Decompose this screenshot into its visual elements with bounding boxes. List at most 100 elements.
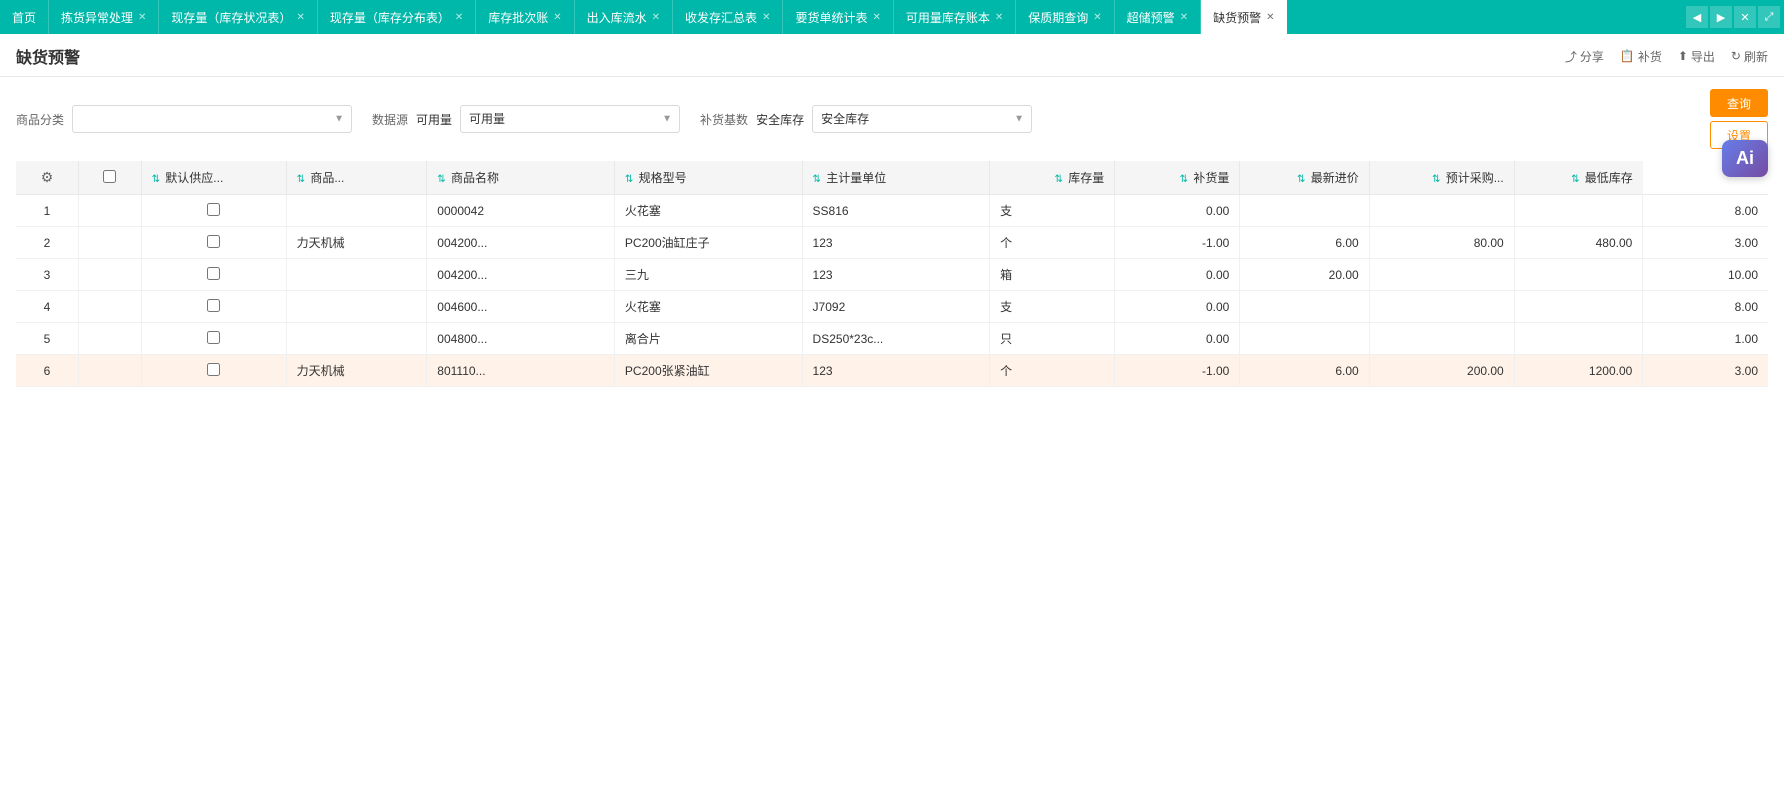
th-estimate[interactable]: ⇅ 预计采购... [1369,161,1514,195]
row-estimate [1514,259,1643,291]
datasource-value: 可用量 [416,111,452,128]
row-replenish [1240,323,1369,355]
tab-requisition[interactable]: 要货单统计表 ✕ [783,0,893,34]
tab-overstock-label: 超储预警 [1127,9,1175,26]
row-supplier [286,259,427,291]
row-price: 200.00 [1369,355,1514,387]
th-setting[interactable]: ⚙ [16,161,79,195]
row-checkbox-cell [141,291,286,323]
table-row[interactable]: 2 力天机械 004200... PC200油缸庄子 123 个 -1.00 6… [16,227,1768,259]
row-stock: -1.00 [1115,227,1240,259]
th-supplier-label: 默认供应... [165,171,223,185]
th-spec[interactable]: ⇅ 规格型号 [614,161,802,195]
row-index: 5 [16,323,79,355]
nav-close-button[interactable]: ✕ [1734,6,1756,28]
table-row[interactable]: 1 0000042 火花塞 SS816 支 0.00 8.00 [16,195,1768,227]
replenish-button[interactable]: 📋 补货 [1620,48,1662,65]
th-price[interactable]: ⇅ 最新进价 [1240,161,1369,195]
table-container: ⚙ ⇅ 默认供应... ⇅ 商品... ⇅ 商品名称 [0,161,1784,387]
column-settings-icon[interactable]: ⚙ [41,169,54,185]
th-name[interactable]: ⇅ 商品名称 [427,161,615,195]
sort-name-icon: ⇅ [437,174,445,185]
row-minstock: 8.00 [1643,291,1768,323]
row-checkbox[interactable] [207,363,220,376]
close-abnormal-icon[interactable]: ✕ [138,12,146,23]
row-checkbox[interactable] [207,235,220,248]
tab-shortage-label: 缺货预警 [1213,9,1261,26]
row-name: 三九 [614,259,802,291]
nav-expand-button[interactable]: ⤢ [1758,6,1780,28]
row-price [1369,291,1514,323]
row-checkbox-cell [141,195,286,227]
share-button[interactable]: ⤴ 分享 [1565,48,1604,65]
table-row[interactable]: 3 004200... 三九 123 箱 0.00 20.00 10.00 [16,259,1768,291]
header-actions: ⤴ 分享 📋 补货 ⬆ 导出 ↻ 刷新 [1565,48,1768,65]
tab-expiry[interactable]: 保质期查询 ✕ [1016,0,1114,34]
row-price [1369,323,1514,355]
th-unit[interactable]: ⇅ 主计量单位 [802,161,990,195]
table-row[interactable]: 4 004600... 火花塞 J7092 支 0.00 8.00 [16,291,1768,323]
th-minstock[interactable]: ⇅ 最低库存 [1514,161,1643,195]
close-inventory-dist-icon[interactable]: ✕ [455,12,463,23]
row-spec: SS816 [802,195,990,227]
row-checkbox[interactable] [207,203,220,216]
refresh-button[interactable]: ↻ 刷新 [1731,48,1768,65]
tab-home[interactable]: 首页 [0,0,49,34]
row-supplier: 力天机械 [286,355,427,387]
tab-overstock[interactable]: 超储预警 ✕ [1115,0,1201,34]
datasource-filter-group: 数据源 可用量 可用量 ▼ [372,105,680,133]
close-flow-icon[interactable]: ✕ [652,12,660,23]
row-name: 离合片 [614,323,802,355]
close-available-icon[interactable]: ✕ [995,12,1003,23]
close-inventory-status-icon[interactable]: ✕ [296,12,304,23]
row-name: 火花塞 [614,195,802,227]
nav-prev-button[interactable]: ◀ [1686,6,1708,28]
share-icon: ⤴ [1565,48,1577,65]
export-button[interactable]: ⬆ 导出 [1678,48,1715,65]
close-batch-icon[interactable]: ✕ [553,12,561,23]
select-all-checkbox[interactable] [103,170,116,183]
row-setting-cell [79,291,142,323]
close-summary-icon[interactable]: ✕ [762,12,770,23]
ai-badge[interactable]: Ai [1722,140,1768,177]
datasource-select[interactable]: 可用量 [460,105,680,133]
row-replenish [1240,195,1369,227]
close-shortage-icon[interactable]: ✕ [1266,12,1274,23]
close-requisition-icon[interactable]: ✕ [872,12,880,23]
tab-inventory-status[interactable]: 现存量（库存状况表） ✕ [159,0,317,34]
table-row[interactable]: 5 004800... 离合片 DS250*23c... 只 0.00 1.00 [16,323,1768,355]
close-expiry-icon[interactable]: ✕ [1093,12,1101,23]
th-stock[interactable]: ⇅ 库存量 [990,161,1115,195]
th-code[interactable]: ⇅ 商品... [286,161,427,195]
tab-available[interactable]: 可用量库存账本 ✕ [894,0,1016,34]
row-unit: 个 [990,227,1115,259]
row-setting-cell [79,195,142,227]
row-checkbox[interactable] [207,267,220,280]
th-supplier[interactable]: ⇅ 默认供应... [141,161,286,195]
tab-flow[interactable]: 出入库流水 ✕ [575,0,673,34]
sort-unit-icon: ⇅ [813,174,821,185]
row-checkbox[interactable] [207,299,220,312]
tab-summary[interactable]: 收发存汇总表 ✕ [673,0,783,34]
category-select[interactable] [72,105,352,133]
table-header-row: ⚙ ⇅ 默认供应... ⇅ 商品... ⇅ 商品名称 [16,161,1768,195]
tab-shortage[interactable]: 缺货预警 ✕ [1201,0,1287,34]
tab-home-label: 首页 [12,9,36,26]
row-checkbox[interactable] [207,331,220,344]
th-checkbox [79,161,142,195]
row-checkbox-cell [141,355,286,387]
row-estimate: 480.00 [1514,227,1643,259]
replenish-base-select[interactable]: 安全库存 [812,105,1032,133]
tab-abnormal[interactable]: 拣货异常处理 ✕ [49,0,159,34]
query-button[interactable]: 查询 [1710,89,1768,117]
tab-inventory-dist[interactable]: 现存量（库存分布表） ✕ [318,0,476,34]
tab-batch[interactable]: 库存批次账 ✕ [476,0,574,34]
tab-expiry-label: 保质期查询 [1028,9,1088,26]
table-row[interactable]: 6 力天机械 801110... PC200张紧油缸 123 个 -1.00 6… [16,355,1768,387]
close-overstock-icon[interactable]: ✕ [1180,12,1188,23]
th-code-label: 商品... [310,171,344,185]
th-price-label: 最新进价 [1311,171,1359,185]
th-replenish[interactable]: ⇅ 补货量 [1115,161,1240,195]
th-name-label: 商品名称 [451,171,499,185]
nav-next-button[interactable]: ▶ [1710,6,1732,28]
